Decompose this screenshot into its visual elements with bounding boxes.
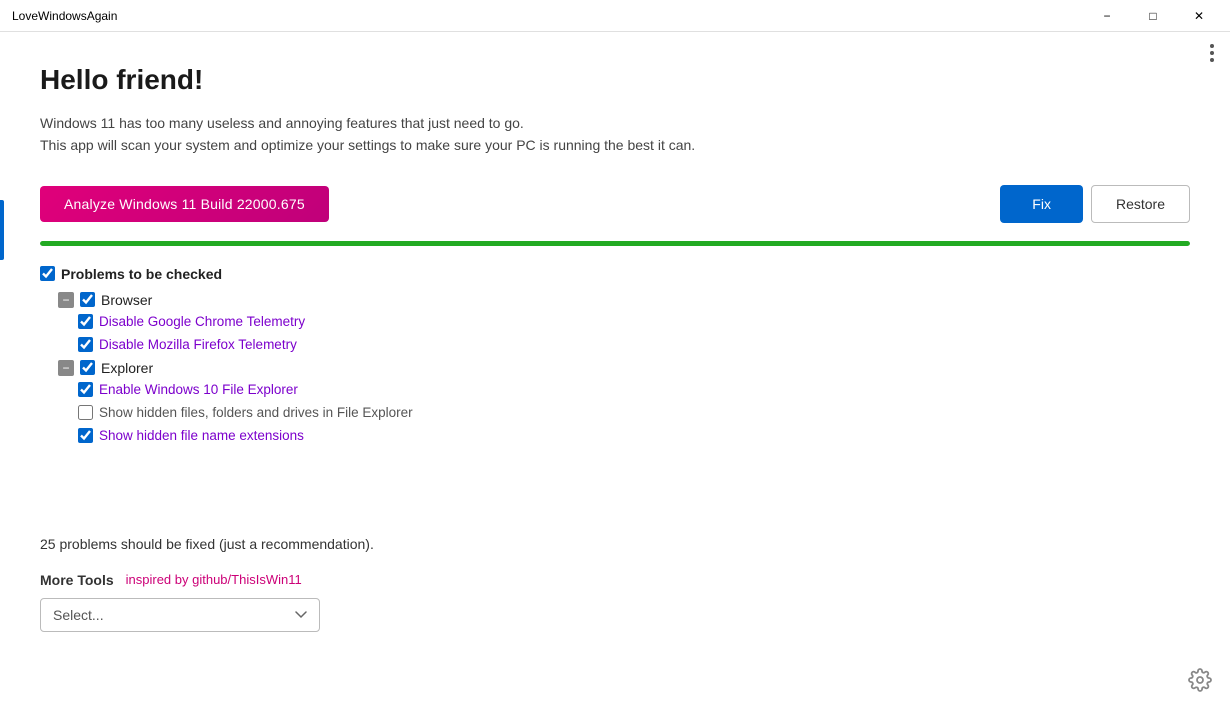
actions-row: Analyze Windows 11 Build 22000.675 Fix R…	[40, 185, 1190, 223]
app-title: LoveWindowsAgain	[12, 9, 117, 23]
explorer-label[interactable]: Explorer	[101, 360, 153, 376]
browser-sub-items: Disable Google Chrome Telemetry Disable …	[78, 314, 1182, 352]
maximize-button[interactable]: □	[1130, 0, 1176, 32]
explorer-checkbox[interactable]	[80, 360, 95, 375]
main-content: Hello friend! Windows 11 has too many us…	[0, 32, 1230, 716]
description-line1: Windows 11 has too many useless and anno…	[40, 112, 1190, 134]
progress-bar-container	[40, 241, 1190, 246]
root-check-label[interactable]: Problems to be checked	[61, 266, 222, 282]
page-title: Hello friend!	[40, 64, 1190, 96]
description-line2: This app will scan your system and optim…	[40, 134, 1190, 156]
show-hidden-files-label[interactable]: Show hidden files, folders and drives in…	[99, 405, 413, 420]
show-hidden-files-checkbox[interactable]	[78, 405, 93, 420]
root-checkbox[interactable]	[40, 266, 55, 281]
firefox-telemetry-checkbox[interactable]	[78, 337, 93, 352]
more-tools-label: More Tools	[40, 572, 114, 588]
browser-group-header: − Browser	[58, 292, 1182, 308]
chrome-telemetry-item: Disable Google Chrome Telemetry	[78, 314, 1182, 329]
titlebar: LoveWindowsAgain − □ ✕	[0, 0, 1230, 32]
browser-group: − Browser Disable Google Chrome Telemetr…	[40, 292, 1182, 352]
problems-list[interactable]: Problems to be checked − Browser Disable…	[40, 266, 1190, 536]
explorer-sub-items: Enable Windows 10 File Explorer Show hid…	[78, 382, 1182, 443]
more-tools-row: More Tools inspired by github/ThisIsWin1…	[40, 572, 1190, 588]
chrome-telemetry-checkbox[interactable]	[78, 314, 93, 329]
explorer-collapse-button[interactable]: −	[58, 360, 74, 376]
explorer-group-header: − Explorer	[58, 360, 1182, 376]
chrome-telemetry-label[interactable]: Disable Google Chrome Telemetry	[99, 314, 305, 329]
window-controls: − □ ✕	[1084, 0, 1222, 32]
browser-checkbox[interactable]	[80, 292, 95, 307]
restore-button[interactable]: Restore	[1091, 185, 1190, 223]
description: Windows 11 has too many useless and anno…	[40, 112, 1190, 157]
progress-bar-fill	[40, 241, 1190, 246]
analyze-button[interactable]: Analyze Windows 11 Build 22000.675	[40, 186, 329, 222]
show-hidden-files-item: Show hidden files, folders and drives in…	[78, 405, 1182, 420]
right-buttons: Fix Restore	[1000, 185, 1190, 223]
win10-explorer-label[interactable]: Enable Windows 10 File Explorer	[99, 382, 298, 397]
win10-explorer-checkbox[interactable]	[78, 382, 93, 397]
browser-label[interactable]: Browser	[101, 292, 152, 308]
explorer-group: − Explorer Enable Windows 10 File Explor…	[40, 360, 1182, 443]
more-tools-link[interactable]: inspired by github/ThisIsWin11	[126, 572, 302, 587]
firefox-telemetry-label[interactable]: Disable Mozilla Firefox Telemetry	[99, 337, 297, 352]
minimize-button[interactable]: −	[1084, 0, 1130, 32]
show-extensions-label[interactable]: Show hidden file name extensions	[99, 428, 304, 443]
win10-explorer-item: Enable Windows 10 File Explorer	[78, 382, 1182, 397]
show-extensions-checkbox[interactable]	[78, 428, 93, 443]
more-tools-select[interactable]: Select... Option 1 Option 2	[40, 598, 320, 632]
show-extensions-item: Show hidden file name extensions	[78, 428, 1182, 443]
root-check-item: Problems to be checked	[40, 266, 1182, 282]
problems-count: 25 problems should be fixed (just a reco…	[40, 536, 1190, 552]
close-button[interactable]: ✕	[1176, 0, 1222, 32]
fix-button[interactable]: Fix	[1000, 185, 1083, 223]
firefox-telemetry-item: Disable Mozilla Firefox Telemetry	[78, 337, 1182, 352]
gear-icon[interactable]	[1188, 668, 1212, 698]
browser-collapse-button[interactable]: −	[58, 292, 74, 308]
